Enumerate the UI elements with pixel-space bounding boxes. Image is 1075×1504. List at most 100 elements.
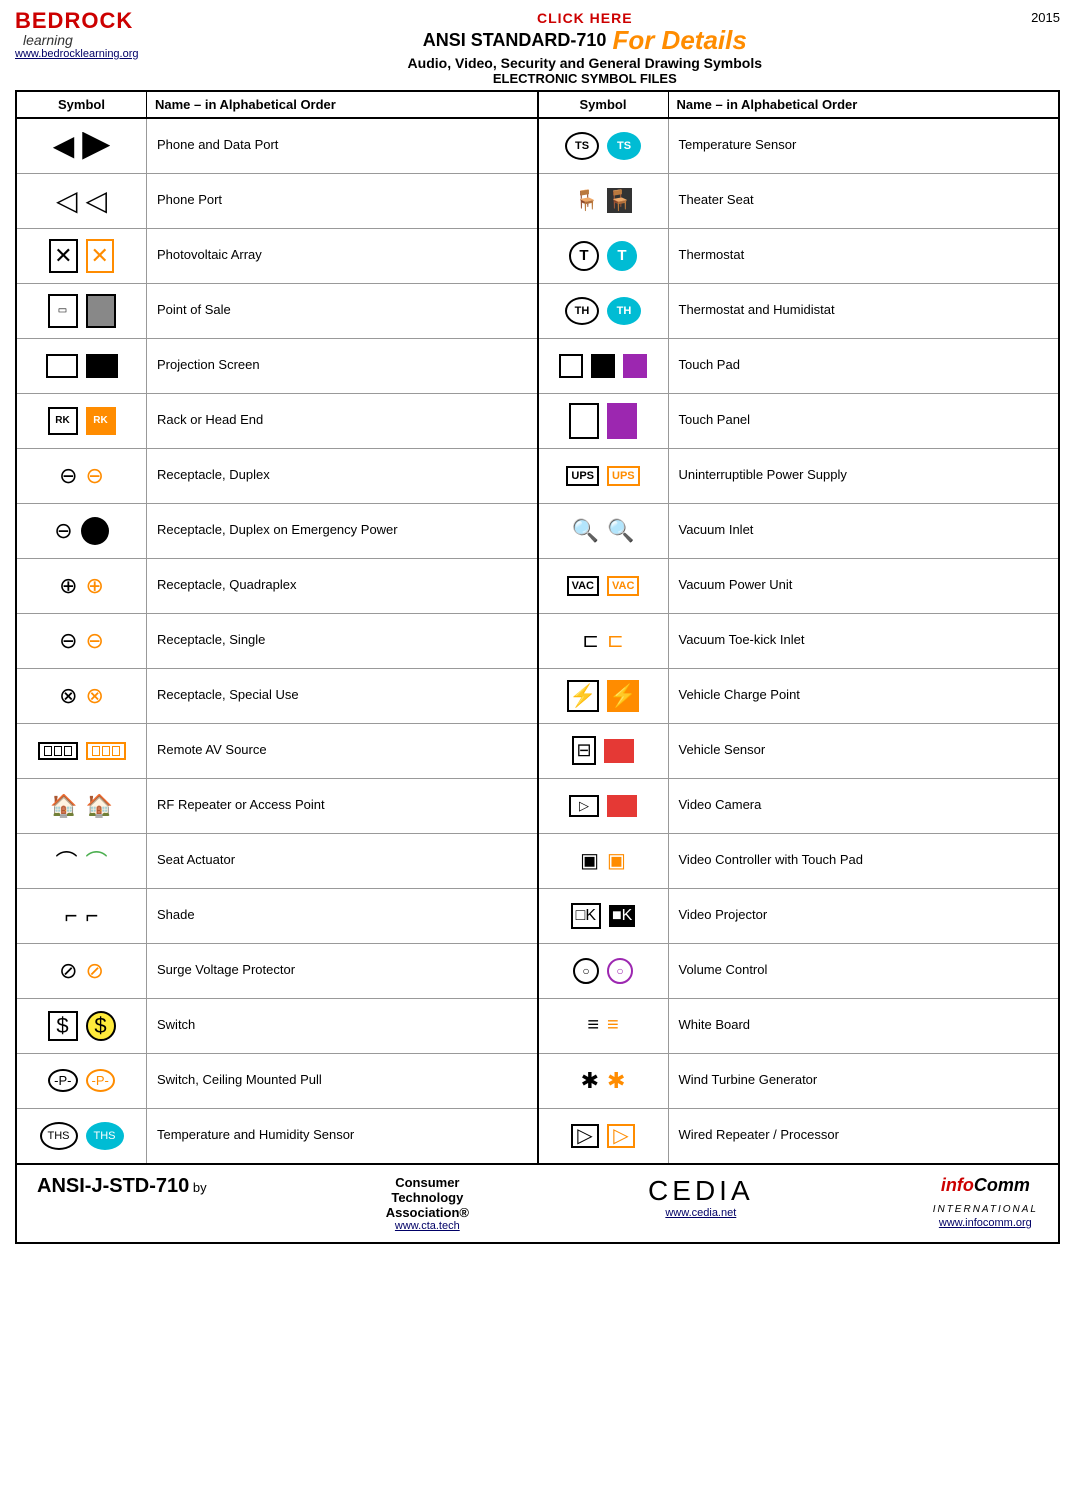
table-row: □K ■K Video Projector — [539, 889, 1059, 944]
name-cell: Receptacle, Duplex — [147, 463, 537, 488]
table-row: ▷ Video Camera — [539, 779, 1059, 834]
symbol-icon-filled — [604, 739, 634, 763]
table-row: ◁ ◁ Phone Port — [17, 174, 537, 229]
symbol-icon: ▭ — [48, 294, 78, 328]
symbol-cell: ▷ — [539, 779, 669, 833]
name-cell: Phone Port — [147, 188, 537, 213]
name-cell: Vehicle Charge Point — [669, 683, 1059, 708]
name-cell: Vehicle Sensor — [669, 738, 1059, 763]
symbol-cell: RK RK — [17, 394, 147, 448]
symbol-icon-filled — [607, 795, 637, 817]
table-row: ⌐ ⌐ Shade — [17, 889, 537, 944]
org3-name: infoComm INTERNATIONAL — [933, 1175, 1038, 1217]
symbol-icon: □K — [571, 903, 601, 929]
symbol-icon-filled — [591, 354, 615, 378]
title-banner: For Details — [612, 26, 746, 55]
table-row: ▷ ▷ Wired Repeater / Processor — [539, 1109, 1059, 1163]
symbol-icon: ⚡ — [567, 680, 599, 712]
symbol-icon-filled: $ — [86, 1011, 116, 1041]
right-name-header: Name – in Alphabetical Order — [669, 92, 1059, 117]
symbol-icon: ⊖ — [59, 628, 77, 654]
symbol-icon-filled — [86, 354, 118, 378]
symbol-cell: 🏠 🏠 — [17, 779, 147, 833]
symbol-cell: ⊗ ⊗ — [17, 669, 147, 723]
table-row: 🔍 🔍 Vacuum Inlet — [539, 504, 1059, 559]
table-row: ◀ Phone and Data Port — [17, 119, 537, 174]
name-cell: Seat Actuator — [147, 848, 537, 873]
symbol-cell: $ $ — [17, 999, 147, 1053]
name-cell: Vacuum Power Unit — [669, 573, 1059, 598]
org1-url: www.cta.tech — [386, 1220, 469, 1232]
name-cell: Temperature Sensor — [669, 133, 1059, 158]
table-row: ⊖ ⊖ Receptacle, Duplex — [17, 449, 537, 504]
symbol-icon: UPS — [566, 466, 599, 486]
logo-learning: learning — [23, 32, 139, 48]
symbol-cell: ⌒ ⌒ — [17, 834, 147, 888]
subtitle1: Audio, Video, Security and General Drawi… — [159, 55, 1012, 71]
symbol-icon: ≡ — [587, 1014, 599, 1037]
symbol-icon: RK — [48, 407, 78, 435]
symbol-icon-filled — [607, 403, 637, 439]
name-cell: Theater Seat — [669, 188, 1059, 213]
name-cell: Vacuum Toe-kick Inlet — [669, 628, 1059, 653]
symbol-cell: TS TS — [539, 119, 669, 173]
table-row: RK RK Rack or Head End — [17, 394, 537, 449]
symbol-cell: ✕ ✕ — [17, 229, 147, 283]
footer-org1: ConsumerTechnologyAssociation® www.cta.t… — [386, 1175, 469, 1232]
table-row: VAC VAC Vacuum Power Unit — [539, 559, 1059, 614]
table-row: ▭ Point of Sale — [17, 284, 537, 339]
table-row: TH TH Thermostat and Humidistat — [539, 284, 1059, 339]
table-row: ○ ○ Volume Control — [539, 944, 1059, 999]
table-row: Projection Screen — [17, 339, 537, 394]
logo-bedrock: BEDROCK — [15, 8, 133, 33]
symbol-cell: ≡ ≡ — [539, 999, 669, 1053]
symbol-icon: ⊕ — [59, 573, 77, 599]
symbol-icon-filled: ⚡ — [607, 680, 639, 712]
symbol-cell: ⊏ ⊏ — [539, 614, 669, 668]
symbol-icon-filled: ✱ — [607, 1068, 625, 1094]
symbol-icon: ○ — [573, 958, 599, 984]
symbol-icon: ▷ — [569, 795, 599, 817]
symbol-cell: ⊖ ⊖ — [17, 614, 147, 668]
right-symbol-header: Symbol — [539, 92, 669, 117]
ansi-line: ANSI STANDARD-710 — [423, 30, 607, 51]
year-label: 2015 — [1031, 10, 1060, 25]
footer-org2: CEDIA www.cedia.net — [648, 1175, 754, 1219]
symbol-cell — [17, 339, 147, 393]
symbol-icon: ⊗ — [59, 683, 77, 709]
symbol-icon-filled: RK — [86, 407, 116, 435]
symbol-icon: ✱ — [581, 1068, 599, 1094]
symbol-cell: THS THS — [17, 1109, 147, 1163]
symbol-cell: ▭ — [17, 284, 147, 338]
symbol-cell: ◁ ◁ — [17, 174, 147, 228]
logo-url: www.bedrocklearning.org — [15, 48, 139, 60]
symbol-icon-filled: 🏠 — [86, 793, 113, 819]
name-cell: Video Controller with Touch Pad — [669, 848, 1059, 873]
table-row: ✱ ✱ Wind Turbine Generator — [539, 1054, 1059, 1109]
table-row: T T Thermostat — [539, 229, 1059, 284]
table-row: 🪑 🪑 Theater Seat — [539, 174, 1059, 229]
symbol-cell: ⊟ — [539, 724, 669, 778]
symbol-icon-filled: ⊕ — [86, 573, 104, 599]
name-cell: Point of Sale — [147, 298, 537, 323]
name-cell: Wired Repeater / Processor — [669, 1123, 1059, 1148]
table-row: ⊟ Vehicle Sensor — [539, 724, 1059, 779]
symbol-cell: ▷ ▷ — [539, 1109, 669, 1163]
symbol-cell: ⊖ ⊖ — [17, 449, 147, 503]
table-row: ⊗ ⊗ Receptacle, Special Use — [17, 669, 537, 724]
symbol-cell: 🪑 🪑 — [539, 174, 669, 228]
left-half: Symbol Name – in Alphabetical Order ◀ Ph… — [17, 92, 539, 1163]
symbol-icon-filled: ▣ — [607, 848, 626, 873]
symbol-icon-filled: ⊖ — [86, 628, 104, 654]
symbol-icon: ⊖ — [59, 463, 77, 489]
symbol-cell: TH TH — [539, 284, 669, 338]
symbol-icon-filled — [86, 294, 116, 328]
table-row: Remote AV Source — [17, 724, 537, 779]
footer-ansi-block: ANSI-J-STD-710 by — [37, 1175, 207, 1198]
symbol-icon-filled: ⊗ — [86, 683, 104, 709]
symbol-icon-filled: ⊏ — [607, 628, 624, 653]
header-center: CLICK HERE ANSI STANDARD-710 For Details… — [159, 10, 1012, 86]
table-row: $ $ Switch — [17, 999, 537, 1054]
name-cell: Receptacle, Quadraplex — [147, 573, 537, 598]
symbol-icon: ⊏ — [582, 628, 599, 653]
